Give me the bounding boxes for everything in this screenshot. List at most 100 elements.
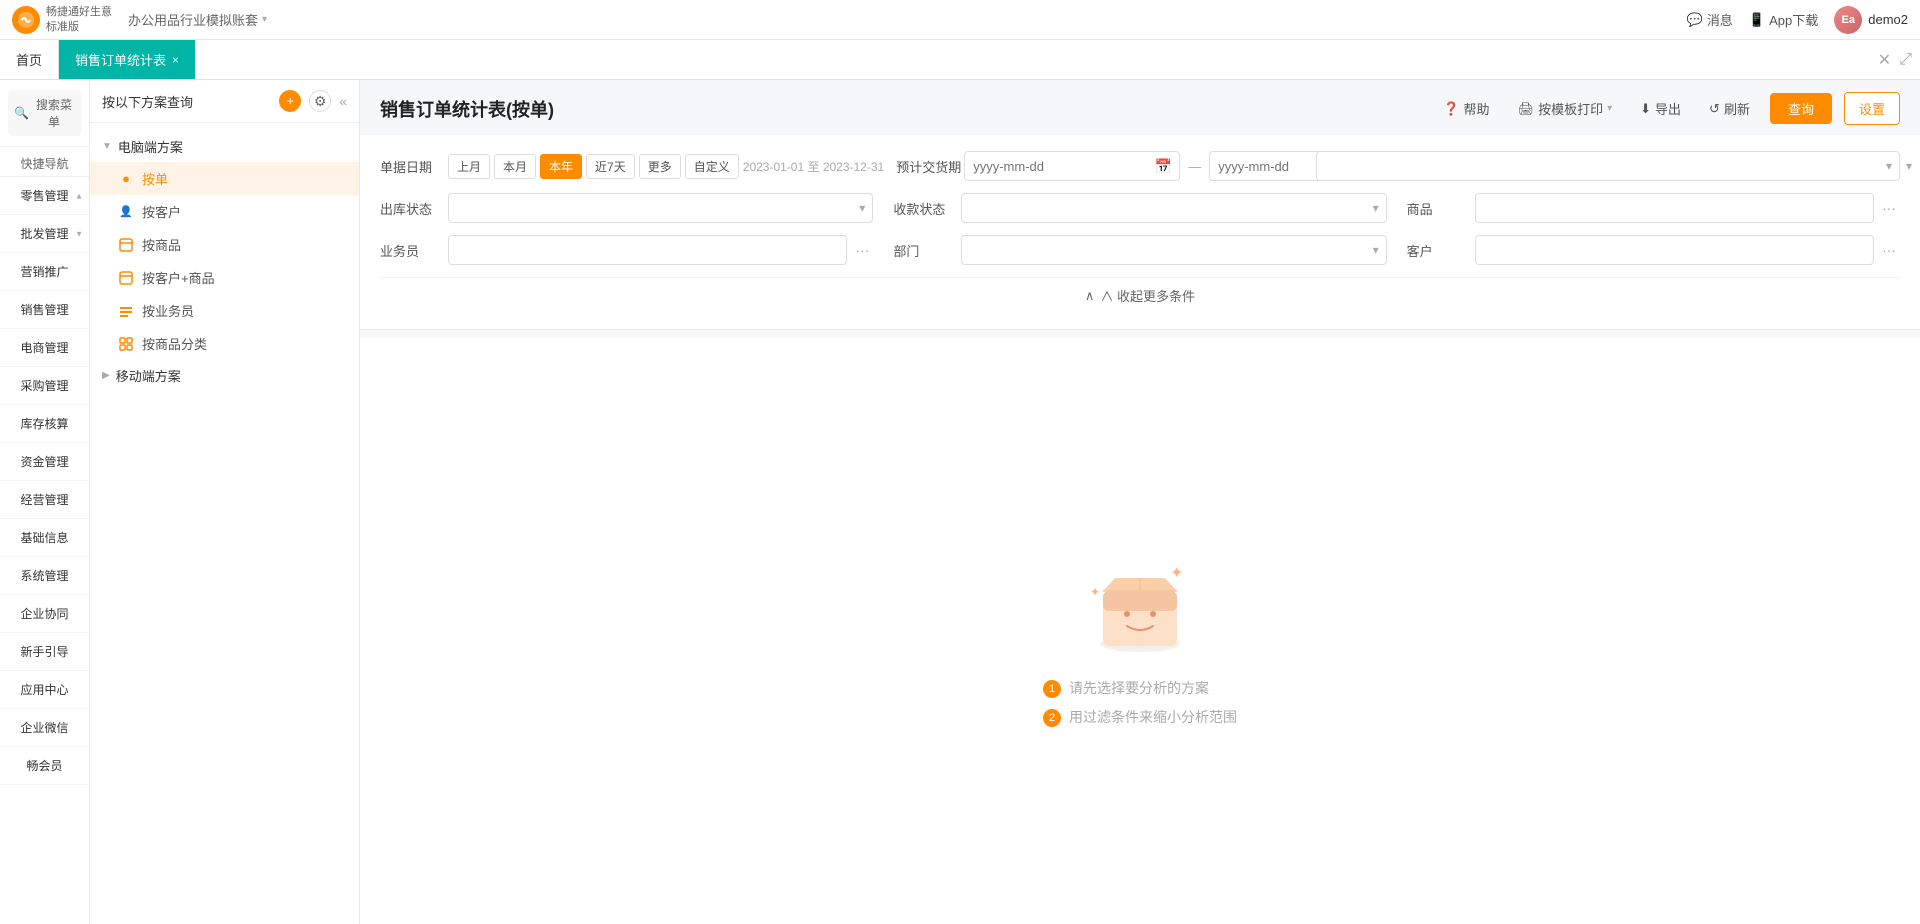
scheme-panel: 按以下方案查询 + ⚙ « ▼ 电脑端方案 ● 按单 <box>90 80 360 924</box>
sidebar-item-member[interactable]: 畅会员 <box>0 747 89 785</box>
empty-step-1: 1 请先选择要分析的方案 <box>1043 679 1237 698</box>
main-layout: 🔍 搜索菜单 快捷导航 零售管理 批发管理 营销推广 销售管理 电商管理 采购管… <box>0 80 1920 924</box>
sidebar-quick-nav[interactable]: 快捷导航 <box>0 147 89 177</box>
filter-area: 单据日期 上月 本月 本年 近7天 更多 自定义 2023-01-01 至 20… <box>360 135 1920 330</box>
sidebar-item-purchase[interactable]: 采购管理 <box>0 367 89 405</box>
sidebar-item-apps[interactable]: 应用中心 <box>0 671 89 709</box>
sidebar: 🔍 搜索菜单 快捷导航 零售管理 批发管理 营销推广 销售管理 电商管理 采购管… <box>0 80 90 924</box>
scheme-item-by-customer[interactable]: 👤 按客户 <box>90 195 359 228</box>
time-btn-more[interactable]: 更多 <box>639 154 681 179</box>
scheme-group-mobile-header[interactable]: ▶ 移动端方案 <box>90 360 359 391</box>
close-window-icon[interactable]: ✕ <box>1878 50 1891 70</box>
scheme-panel-title: 按以下方案查询 <box>102 92 193 111</box>
scheme-panel-header: 按以下方案查询 + ⚙ « <box>90 80 359 123</box>
sidebar-item-guide[interactable]: 新手引导 <box>0 633 89 671</box>
salesperson-more-icon[interactable]: ··· <box>851 242 873 258</box>
message-icon: 💬 <box>1687 12 1703 28</box>
salesperson-input[interactable] <box>448 235 847 265</box>
scheme-list: ▼ 电脑端方案 ● 按单 👤 按客户 按 <box>90 123 359 924</box>
scheme-item-by-product[interactable]: 按商品 <box>90 228 359 261</box>
sidebar-item-basic[interactable]: 基础信息 <box>0 519 89 557</box>
empty-illustration: ✦ ✦ <box>1075 536 1205 659</box>
print-dropdown-icon: ▾ <box>1607 103 1612 114</box>
collapse-icon: ∧ <box>1085 288 1095 304</box>
export-icon: ⬇ <box>1640 101 1651 117</box>
scheme-item-by-customer-product[interactable]: 按客户+商品 <box>90 261 359 294</box>
sidebar-item-marketing[interactable]: 营销推广 <box>0 253 89 291</box>
time-btn-this-year[interactable]: 本年 <box>540 154 582 179</box>
receive-status-select[interactable] <box>961 193 1386 223</box>
maximize-window-icon[interactable]: ⤢ <box>1899 51 1912 69</box>
refresh-icon: ↺ <box>1709 101 1720 117</box>
scheme-group-pc: ▼ 电脑端方案 ● 按单 👤 按客户 按 <box>90 131 359 360</box>
customer-label: 客户 <box>1407 241 1467 260</box>
tab-home[interactable]: 首页 <box>0 40 59 79</box>
filter-row-1: 单据日期 上月 本月 本年 近7天 更多 自定义 2023-01-01 至 20… <box>380 151 1900 181</box>
time-btn-last-7-days[interactable]: 近7天 <box>586 154 635 179</box>
download-icon: 📱 <box>1749 12 1765 28</box>
search-button[interactable]: 查询 <box>1770 93 1832 124</box>
sidebar-item-ecommerce[interactable]: 电商管理 <box>0 329 89 367</box>
expected-date-label: 预计交货期 <box>896 157 956 176</box>
date-range-display: 2023-01-01 至 2023-12-31 <box>743 158 884 175</box>
ship-status-select[interactable] <box>448 193 873 223</box>
customer-more-icon[interactable]: ··· <box>1878 242 1900 258</box>
app-download-button[interactable]: 📱 App下载 <box>1749 10 1818 29</box>
sidebar-item-finance[interactable]: 资金管理 <box>0 443 89 481</box>
filter-row-3: 业务员 ··· 部门 客户 <box>380 235 1900 265</box>
customer-field: 客户 ··· <box>1407 235 1900 265</box>
product-input[interactable] <box>1475 193 1874 223</box>
search-icon: 🔍 <box>14 106 29 120</box>
sidebar-item-retail[interactable]: 零售管理 <box>0 177 89 215</box>
scheme-item-by-order[interactable]: ● 按单 <box>90 162 359 195</box>
page-titlebar: 销售订单统计表(按单) ❓ 帮助 🖨 按模板打印 ▾ ⬇ 导出 <box>360 80 1920 135</box>
empty-hint-1: 请先选择要分析的方案 <box>1069 679 1209 697</box>
sidebar-item-inventory[interactable]: 库存核算 <box>0 405 89 443</box>
sidebar-item-sales[interactable]: 销售管理 <box>0 291 89 329</box>
product-label: 商品 <box>1407 199 1467 218</box>
edit-scheme-button[interactable]: ⚙ <box>309 90 331 112</box>
sidebar-item-operations[interactable]: 经营管理 <box>0 481 89 519</box>
empty-hint-2: 用过滤条件来缩小分析范围 <box>1069 708 1237 726</box>
scheme-item-by-category[interactable]: 按商品分类 <box>90 327 359 360</box>
scheme-group-pc-header[interactable]: ▼ 电脑端方案 <box>90 131 359 162</box>
page-selector-label: 办公用品行业模拟账套 <box>128 10 258 29</box>
sidebar-item-wholesale[interactable]: 批发管理 <box>0 215 89 253</box>
collapse-panel-button[interactable]: « <box>339 93 347 109</box>
user-profile[interactable]: Ea demo2 <box>1834 6 1908 34</box>
tab-close-button[interactable]: × <box>172 53 179 67</box>
message-button[interactable]: 💬 消息 <box>1687 10 1733 29</box>
time-btn-this-month[interactable]: 本月 <box>494 154 536 179</box>
customer-input[interactable] <box>1475 235 1874 265</box>
ship-status-label: 出库状态 <box>380 199 440 218</box>
dept-label: 部门 <box>893 241 953 260</box>
sidebar-item-wechat[interactable]: 企业微信 <box>0 709 89 747</box>
svg-text:✦: ✦ <box>1170 565 1183 582</box>
topbar-right: 💬 消息 📱 App下载 Ea demo2 <box>1687 6 1908 34</box>
page-selector[interactable]: 办公用品行业模拟账套 ▾ <box>120 6 275 33</box>
help-button[interactable]: ❓ 帮助 <box>1435 95 1497 122</box>
doc-status-field: 单据状态 ▾ <box>1248 151 1900 181</box>
tab-sales-stats[interactable]: 销售订单统计表 × <box>59 40 195 79</box>
print-button[interactable]: 🖨 按模板打印 ▾ <box>1510 95 1621 122</box>
scheme-item-by-salesperson[interactable]: 按业务员 <box>90 294 359 327</box>
settings-button[interactable]: 设置 <box>1844 92 1900 125</box>
doc-status-select[interactable] <box>1316 151 1900 181</box>
window-controls: ✕ ⤢ <box>1870 50 1920 70</box>
export-button[interactable]: ⬇ 导出 <box>1632 95 1689 122</box>
product-more-icon[interactable]: ··· <box>1878 200 1900 216</box>
print-icon: 🖨 <box>1518 101 1535 117</box>
date-filter-field: 单据日期 上月 本月 本年 近7天 更多 自定义 2023-01-01 至 20… <box>380 154 884 179</box>
refresh-button[interactable]: ↺ 刷新 <box>1701 95 1758 122</box>
search-menu-button[interactable]: 🔍 搜索菜单 <box>8 90 81 136</box>
time-btn-custom[interactable]: 自定义 <box>685 154 739 179</box>
time-btn-last-month[interactable]: 上月 <box>448 154 490 179</box>
expected-date-start-input[interactable] <box>964 151 1180 181</box>
collapse-filter-button[interactable]: ∧ ∧ 收起更多条件 <box>380 277 1900 313</box>
receive-status-field: 收款状态 <box>893 193 1386 223</box>
dept-select[interactable] <box>961 235 1386 265</box>
calendar-start-icon[interactable]: 📅 <box>1155 158 1172 175</box>
sidebar-item-system[interactable]: 系统管理 <box>0 557 89 595</box>
sidebar-item-corp[interactable]: 企业协同 <box>0 595 89 633</box>
add-scheme-button[interactable]: + <box>279 90 301 112</box>
